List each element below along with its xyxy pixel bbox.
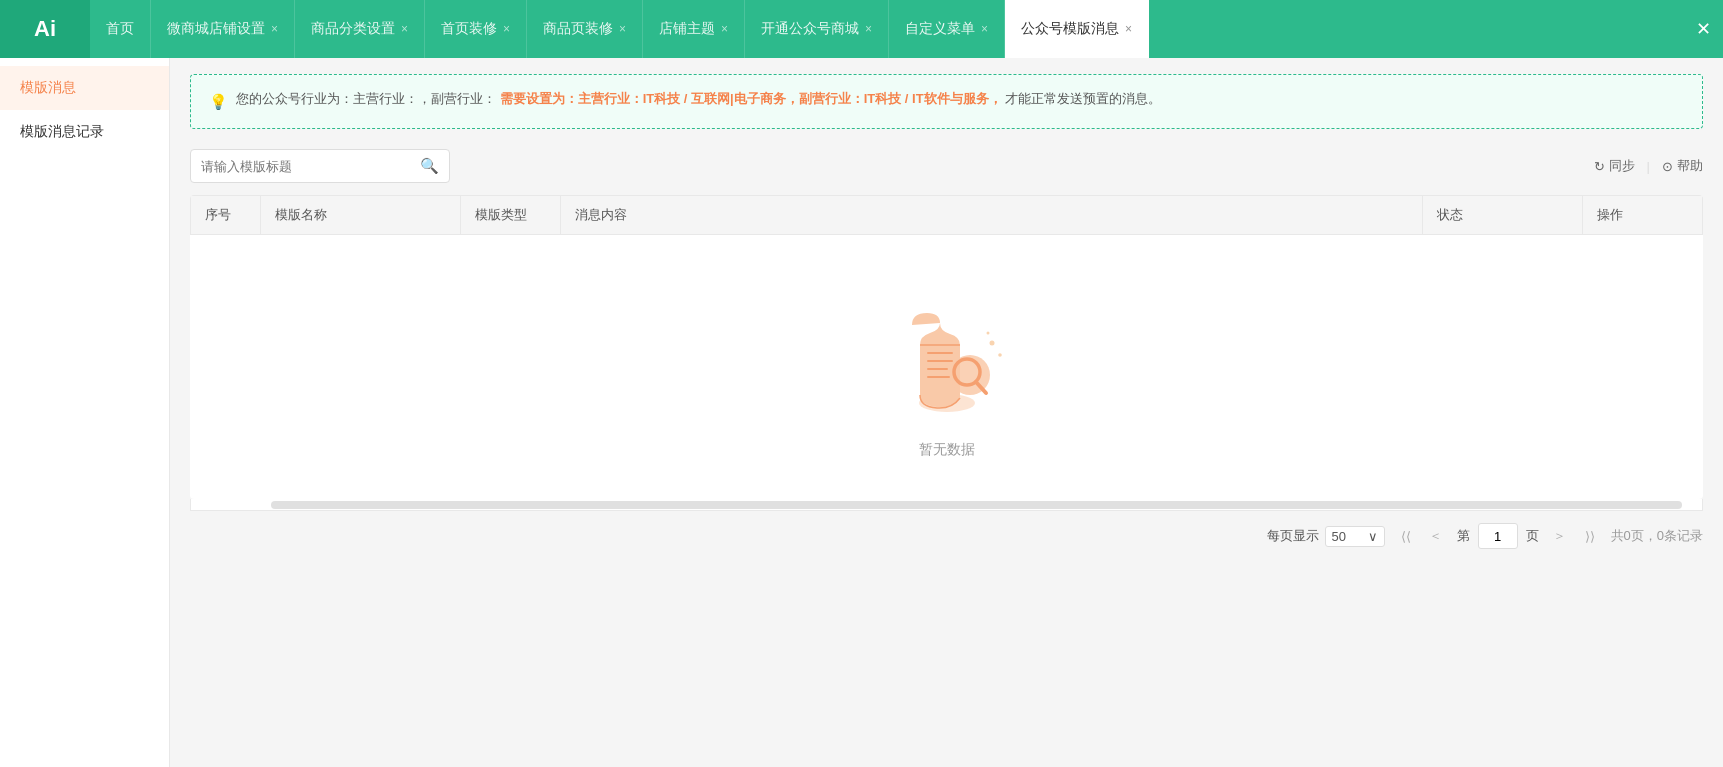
nav-tab-product-page[interactable]: 商品页装修 ×	[527, 0, 643, 58]
page-nav: ⟨⟨ ＜ 第 页 ＞ ⟩⟩	[1393, 523, 1603, 549]
tab-label: 公众号模版消息	[1021, 20, 1119, 38]
svg-point-8	[989, 341, 994, 346]
help-button[interactable]: ⊙ 帮助	[1662, 157, 1703, 175]
nav-tab-home-decor[interactable]: 首页装修 ×	[425, 0, 527, 58]
tab-label: 首页装修	[441, 20, 497, 38]
prev-page-button[interactable]: ＜	[1423, 523, 1449, 549]
tab-close-icon[interactable]: ×	[721, 22, 728, 36]
nav-tab-wechat-shop[interactable]: 微商城店铺设置 ×	[151, 0, 295, 58]
notice-suffix: 才能正常发送预置的消息。	[1005, 91, 1161, 106]
sync-icon: ↻	[1594, 159, 1605, 174]
next-page-button[interactable]: ＞	[1547, 523, 1573, 549]
col-header-seq: 序号	[191, 196, 261, 235]
search-input[interactable]	[201, 159, 420, 174]
divider: |	[1647, 159, 1650, 174]
page-size-select: 每页显示 50 ∨	[1267, 526, 1385, 547]
notice-banner: 💡 您的公众号行业为：主营行业：，副营行业： 需要设置为：主营行业：IT科技 /…	[190, 74, 1703, 129]
col-header-status: 状态	[1423, 196, 1583, 235]
sync-label: 同步	[1609, 157, 1635, 175]
nav-tab-home[interactable]: 首页	[90, 0, 151, 58]
search-actions: ↻ 同步 | ⊙ 帮助	[1594, 157, 1703, 175]
page-size-value: 50	[1332, 529, 1346, 544]
tab-close-icon[interactable]: ×	[401, 22, 408, 36]
nav-tab-custom-menu[interactable]: 自定义菜单 ×	[889, 0, 1005, 58]
main-content: 💡 您的公众号行业为：主营行业：，副营行业： 需要设置为：主营行业：IT科技 /…	[170, 58, 1723, 767]
col-header-name: 模版名称	[261, 196, 461, 235]
empty-illustration	[882, 295, 1012, 425]
tab-label: 商品页装修	[543, 20, 613, 38]
tab-close-icon[interactable]: ×	[271, 22, 278, 36]
page-label-pre: 第	[1457, 527, 1470, 545]
help-label: 帮助	[1677, 157, 1703, 175]
tab-label: 开通公众号商城	[761, 20, 859, 38]
total-info: 共0页，0条记录	[1611, 527, 1703, 545]
logo-text: Ai	[34, 16, 56, 42]
scrollbar-track	[271, 501, 1682, 509]
sidebar: 模版消息模版消息记录	[0, 58, 170, 767]
top-nav: Ai 首页微商城店铺设置×商品分类设置×首页装修×商品页装修×店铺主题×开通公众…	[0, 0, 1723, 58]
main-layout: 模版消息模版消息记录 💡 您的公众号行业为：主营行业：，副营行业： 需要设置为：…	[0, 58, 1723, 767]
svg-point-10	[986, 332, 989, 335]
tab-label: 微商城店铺设置	[167, 20, 265, 38]
last-page-button[interactable]: ⟩⟩	[1577, 523, 1603, 549]
notice-prefix: 您的公众号行业为：主营行业：，副营行业：	[236, 91, 496, 106]
tab-label: 店铺主题	[659, 20, 715, 38]
notice-text: 您的公众号行业为：主营行业：，副营行业： 需要设置为：主营行业：IT科技 / 互…	[236, 89, 1161, 110]
col-header-action: 操作	[1583, 196, 1703, 235]
bulb-icon: 💡	[209, 90, 228, 114]
col-header-content: 消息内容	[561, 196, 1423, 235]
tab-close-icon[interactable]: ×	[619, 22, 626, 36]
nav-tab-template-msg[interactable]: 公众号模版消息 ×	[1005, 0, 1149, 58]
col-header-type: 模版类型	[461, 196, 561, 235]
close-all-tabs-button[interactable]: ✕	[1683, 0, 1723, 58]
first-page-button[interactable]: ⟨⟨	[1393, 523, 1419, 549]
empty-text: 暂无数据	[919, 441, 975, 459]
data-table: 序号模版名称模版类型消息内容状态操作	[190, 195, 1703, 499]
nav-tab-open-mall[interactable]: 开通公众号商城 ×	[745, 0, 889, 58]
svg-point-9	[998, 353, 1002, 357]
nav-tab-shop-theme[interactable]: 店铺主题 ×	[643, 0, 745, 58]
page-size-dropdown[interactable]: 50 ∨	[1325, 526, 1385, 547]
page-size-label: 每页显示	[1267, 527, 1319, 545]
chevron-down-icon: ∨	[1368, 529, 1378, 544]
pagination: 每页显示 50 ∨ ⟨⟨ ＜ 第 页 ＞ ⟩⟩ 共0页，0条记录	[190, 511, 1703, 553]
nav-tabs: 首页微商城店铺设置×商品分类设置×首页装修×商品页装修×店铺主题×开通公众号商城…	[90, 0, 1683, 58]
page-number-input[interactable]	[1478, 523, 1518, 549]
help-icon: ⊙	[1662, 159, 1673, 174]
empty-state: 暂无数据	[191, 235, 1703, 499]
logo: Ai	[0, 0, 90, 58]
tab-close-icon[interactable]: ×	[981, 22, 988, 36]
tab-close-icon[interactable]: ×	[1125, 22, 1132, 36]
tab-close-icon[interactable]: ×	[865, 22, 872, 36]
nav-tab-product-category[interactable]: 商品分类设置 ×	[295, 0, 425, 58]
search-input-wrap[interactable]: 🔍	[190, 149, 450, 183]
page-label-post: 页	[1526, 527, 1539, 545]
tab-label: 首页	[106, 20, 134, 38]
search-button[interactable]: 🔍	[420, 157, 439, 175]
sync-button[interactable]: ↻ 同步	[1594, 157, 1635, 175]
tab-close-icon[interactable]: ×	[503, 22, 510, 36]
notice-highlight: 需要设置为：主营行业：IT科技 / 互联网|电子商务，副营行业：IT科技 / I…	[500, 91, 1002, 106]
sidebar-item-template-record[interactable]: 模版消息记录	[0, 110, 169, 154]
tab-label: 自定义菜单	[905, 20, 975, 38]
horizontal-scrollbar[interactable]	[190, 499, 1703, 511]
tab-label: 商品分类设置	[311, 20, 395, 38]
search-bar: 🔍 ↻ 同步 | ⊙ 帮助	[190, 149, 1703, 183]
sidebar-item-template[interactable]: 模版消息	[0, 66, 169, 110]
